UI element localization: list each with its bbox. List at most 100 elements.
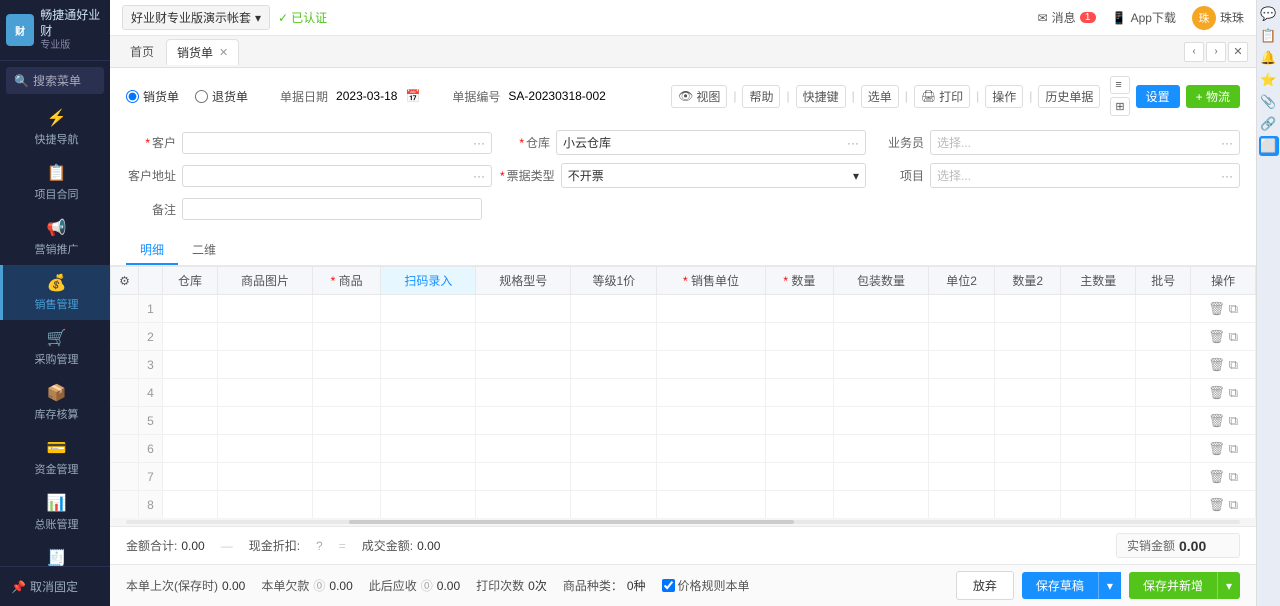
- tab-close-button[interactable]: ✕: [219, 46, 228, 59]
- price-rule-checkbox[interactable]: 价格规则本单: [662, 577, 750, 594]
- row-unit[interactable]: [657, 463, 765, 491]
- invoice-select[interactable]: 不开票 ▾: [561, 163, 866, 188]
- row-qty2[interactable]: [995, 351, 1061, 379]
- row-warehouse[interactable]: [163, 463, 218, 491]
- row-qty[interactable]: [765, 491, 833, 519]
- row-price[interactable]: [571, 351, 657, 379]
- set-button[interactable]: 设置: [1136, 85, 1180, 108]
- row-copy-icon[interactable]: ⧉: [1229, 441, 1238, 457]
- th-batch[interactable]: 批号: [1136, 267, 1191, 295]
- row-product[interactable]: [312, 295, 380, 323]
- row-image[interactable]: [218, 491, 313, 519]
- th-settings[interactable]: ⚙: [111, 267, 139, 295]
- row-qty[interactable]: [765, 323, 833, 351]
- row-product[interactable]: [312, 491, 380, 519]
- row-qty2[interactable]: [995, 407, 1061, 435]
- return-order-radio[interactable]: 退货单: [195, 88, 248, 105]
- row-batch[interactable]: [1136, 351, 1191, 379]
- view-list-button[interactable]: ≡: [1110, 76, 1129, 94]
- logistics-button[interactable]: + 物流: [1186, 85, 1240, 108]
- sidebar-item-purchase[interactable]: 🛒 采购管理: [0, 320, 110, 375]
- salesperson-input[interactable]: 选择... ···: [930, 130, 1240, 155]
- row-scan[interactable]: [381, 463, 476, 491]
- row-warehouse[interactable]: [163, 491, 218, 519]
- row-unit2[interactable]: [929, 379, 995, 407]
- th-main-qty[interactable]: 主数量: [1061, 267, 1136, 295]
- unpin-button[interactable]: 📌 取消固定: [6, 573, 104, 600]
- app-download-button[interactable]: 📱 App下载: [1112, 9, 1176, 26]
- sidebar-item-quick-nav[interactable]: ⚡ 快捷导航: [0, 100, 110, 155]
- sidebar-item-invoice[interactable]: 🧾 发票管理: [0, 540, 110, 566]
- row-copy-icon[interactable]: ⧉: [1229, 385, 1238, 401]
- row-pkg-qty[interactable]: [834, 463, 929, 491]
- th-scan[interactable]: 扫码录入: [381, 267, 476, 295]
- row-unit2[interactable]: [929, 491, 995, 519]
- row-image[interactable]: [218, 435, 313, 463]
- help-icon3[interactable]: ⓪: [421, 577, 433, 594]
- warehouse-input[interactable]: 小云仓库 ···: [556, 130, 866, 155]
- row-qty2[interactable]: [995, 295, 1061, 323]
- row-copy-icon[interactable]: ⧉: [1229, 469, 1238, 485]
- customer-input[interactable]: ···: [182, 132, 492, 154]
- row-image[interactable]: [218, 351, 313, 379]
- row-product[interactable]: [312, 351, 380, 379]
- abandon-button[interactable]: 放弃: [956, 571, 1014, 600]
- row-copy-icon[interactable]: ⧉: [1229, 357, 1238, 373]
- row-price[interactable]: [571, 295, 657, 323]
- row-image[interactable]: [218, 295, 313, 323]
- row-batch[interactable]: [1136, 491, 1191, 519]
- user-profile[interactable]: 珠 珠珠: [1192, 6, 1244, 30]
- row-qty2[interactable]: [995, 435, 1061, 463]
- row-image[interactable]: [218, 323, 313, 351]
- help-icon1[interactable]: ?: [316, 539, 323, 553]
- th-spec[interactable]: 规格型号: [476, 267, 571, 295]
- row-spec[interactable]: [476, 351, 571, 379]
- row-price[interactable]: [571, 323, 657, 351]
- row-batch[interactable]: [1136, 407, 1191, 435]
- row-unit2[interactable]: [929, 407, 995, 435]
- row-copy-icon[interactable]: ⧉: [1229, 329, 1238, 345]
- row-qty2[interactable]: [995, 463, 1061, 491]
- row-price[interactable]: [571, 463, 657, 491]
- row-pkg-qty[interactable]: [834, 491, 929, 519]
- th-product[interactable]: 商品: [312, 267, 380, 295]
- row-batch[interactable]: [1136, 379, 1191, 407]
- row-image[interactable]: [218, 463, 313, 491]
- select-order-button[interactable]: 选单: [861, 85, 899, 108]
- row-main-qty[interactable]: [1061, 463, 1136, 491]
- message-button[interactable]: ✉ 消息 1: [1038, 9, 1096, 26]
- row-price[interactable]: [571, 379, 657, 407]
- row-unit2[interactable]: [929, 295, 995, 323]
- sidebar-item-marketing[interactable]: 📢 营销推广: [0, 210, 110, 265]
- row-pkg-qty[interactable]: [834, 351, 929, 379]
- row-qty[interactable]: [765, 351, 833, 379]
- row-price[interactable]: [571, 435, 657, 463]
- project-input[interactable]: 选择... ···: [930, 163, 1240, 188]
- row-unit[interactable]: [657, 323, 765, 351]
- save-draft-arrow-button[interactable]: ▾: [1099, 572, 1121, 599]
- row-unit[interactable]: [657, 407, 765, 435]
- sidebar-item-sales[interactable]: 💰 销售管理: [0, 265, 110, 320]
- project-dots[interactable]: ···: [1221, 169, 1233, 183]
- remark-input[interactable]: [182, 198, 482, 220]
- address-input[interactable]: ···: [182, 165, 492, 187]
- row-unit2[interactable]: [929, 323, 995, 351]
- save-new-button[interactable]: 保存并新增: [1129, 572, 1218, 599]
- row-main-qty[interactable]: [1061, 435, 1136, 463]
- salesperson-dots[interactable]: ···: [1221, 136, 1233, 150]
- row-spec[interactable]: [476, 491, 571, 519]
- row-product[interactable]: [312, 323, 380, 351]
- row-delete-icon[interactable]: 🗑: [1208, 413, 1225, 429]
- view-grid-button[interactable]: ⊞: [1110, 97, 1129, 116]
- row-warehouse[interactable]: [163, 379, 218, 407]
- view-button[interactable]: 👁 视图: [671, 85, 727, 108]
- row-warehouse[interactable]: [163, 351, 218, 379]
- row-copy-icon[interactable]: ⧉: [1229, 301, 1238, 317]
- row-image[interactable]: [218, 407, 313, 435]
- row-pkg-qty[interactable]: [834, 323, 929, 351]
- row-qty[interactable]: [765, 379, 833, 407]
- tab-next-button[interactable]: ›: [1206, 42, 1226, 62]
- row-product[interactable]: [312, 463, 380, 491]
- right-panel-icon-1[interactable]: 💬: [1259, 4, 1279, 24]
- row-product[interactable]: [312, 407, 380, 435]
